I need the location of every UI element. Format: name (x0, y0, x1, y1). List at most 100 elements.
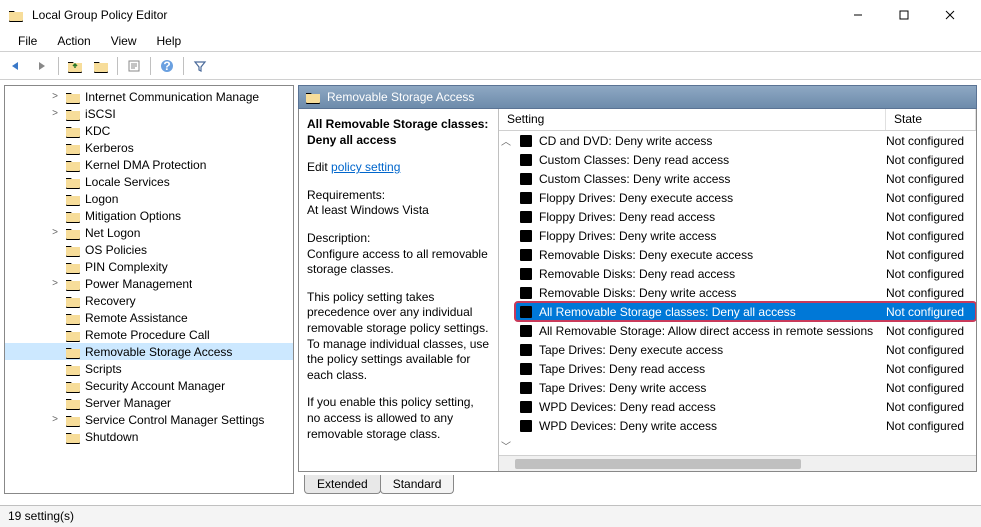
setting-label: All Removable Storage: Allow direct acce… (537, 324, 886, 338)
setting-row[interactable]: All Removable Storage: Allow direct acce… (515, 321, 976, 340)
right-header: Removable Storage Access (298, 85, 977, 109)
export-list-button[interactable] (122, 55, 146, 77)
horizontal-scrollbar[interactable] (499, 455, 976, 471)
tree-item-label: Net Logon (85, 226, 140, 240)
menu-help[interactable]: Help (147, 32, 192, 50)
status-bar: 19 setting(s) (0, 505, 981, 527)
setting-state: Not configured (886, 381, 976, 395)
tree-item[interactable]: > iSCSI (5, 105, 293, 122)
setting-state: Not configured (886, 153, 976, 167)
tree-item[interactable]: Logon (5, 190, 293, 207)
setting-row[interactable]: CD and DVD: Deny write accessNot configu… (515, 131, 976, 150)
tree-item[interactable]: Kerberos (5, 139, 293, 156)
setting-row[interactable]: Floppy Drives: Deny write accessNot conf… (515, 226, 976, 245)
minimize-button[interactable] (835, 0, 881, 30)
setting-row[interactable]: Custom Classes: Deny read accessNot conf… (515, 150, 976, 169)
setting-row[interactable]: Tape Drives: Deny write accessNot config… (515, 378, 976, 397)
detail-pane: All Removable Storage classes: Deny all … (299, 109, 499, 471)
setting-icon (519, 267, 533, 281)
setting-label: WPD Devices: Deny write access (537, 419, 886, 433)
tree-item[interactable]: Shutdown (5, 428, 293, 445)
setting-row[interactable]: WPD Devices: Deny write accessNot config… (515, 416, 976, 435)
tree-item[interactable]: Scripts (5, 360, 293, 377)
tree-item-label: Shutdown (85, 430, 138, 444)
setting-icon (519, 381, 533, 395)
tree-item[interactable]: > Internet Communication Manage (5, 88, 293, 105)
tree-item[interactable]: Server Manager (5, 394, 293, 411)
setting-row[interactable]: Custom Classes: Deny write accessNot con… (515, 169, 976, 188)
menu-file[interactable]: File (8, 32, 47, 50)
col-setting[interactable]: Setting (499, 109, 886, 130)
tree-item[interactable]: >Service Control Manager Settings (5, 411, 293, 428)
back-button[interactable] (4, 55, 28, 77)
tab-standard[interactable]: Standard (380, 475, 455, 494)
tree-item[interactable]: Recovery (5, 292, 293, 309)
setting-state: Not configured (886, 134, 976, 148)
tree-item[interactable]: Remote Procedure Call (5, 326, 293, 343)
maximize-button[interactable] (881, 0, 927, 30)
setting-state: Not configured (886, 400, 976, 414)
folder-icon (65, 379, 81, 393)
tree-item[interactable]: Removable Storage Access (5, 343, 293, 360)
expander-icon[interactable]: > (49, 414, 61, 425)
folder-icon (65, 277, 81, 291)
setting-row[interactable]: Removable Disks: Deny read accessNot con… (515, 264, 976, 283)
setting-row[interactable]: Removable Disks: Deny execute accessNot … (515, 245, 976, 264)
expander-icon[interactable]: > (49, 227, 61, 238)
tree-item[interactable]: > Net Logon (5, 224, 293, 241)
scroll-down-icon[interactable]: ﹀ (499, 438, 513, 453)
setting-icon (519, 305, 533, 319)
folder-icon (65, 294, 81, 308)
setting-icon (519, 172, 533, 186)
expander-icon[interactable]: > (49, 91, 61, 102)
folder-icon (65, 158, 81, 172)
tree-item[interactable]: KDC (5, 122, 293, 139)
show-hide-tree-button[interactable] (89, 55, 113, 77)
tree-item-label: Internet Communication Manage (85, 90, 259, 104)
tree-item-label: Removable Storage Access (85, 345, 232, 359)
expander-icon[interactable]: > (49, 278, 61, 289)
tree-item[interactable]: >Power Management (5, 275, 293, 292)
setting-icon (519, 362, 533, 376)
setting-label: Tape Drives: Deny execute access (537, 343, 886, 357)
help-button[interactable]: ? (155, 55, 179, 77)
forward-button[interactable] (30, 55, 54, 77)
tree-item[interactable]: Security Account Manager (5, 377, 293, 394)
tree-item-label: Kernel DMA Protection (85, 158, 206, 172)
folder-icon (65, 430, 81, 444)
tab-extended[interactable]: Extended (304, 475, 381, 494)
folder-icon (65, 311, 81, 325)
filter-button[interactable] (188, 55, 212, 77)
folder-icon (65, 413, 81, 427)
setting-state: Not configured (886, 172, 976, 186)
menu-action[interactable]: Action (47, 32, 100, 50)
tree-item[interactable]: Kernel DMA Protection (5, 156, 293, 173)
tree-item-label: OS Policies (85, 243, 147, 257)
setting-state: Not configured (886, 267, 976, 281)
folder-icon (65, 328, 81, 342)
tree-item[interactable]: Mitigation Options (5, 207, 293, 224)
setting-row[interactable]: Removable Disks: Deny write accessNot co… (515, 283, 976, 302)
tree[interactable]: >Internet Communication Manage>iSCSIKDCK… (5, 86, 293, 493)
setting-row[interactable]: All Removable Storage classes: Deny all … (515, 302, 976, 321)
tree-item[interactable]: Locale Services (5, 173, 293, 190)
setting-row[interactable]: Tape Drives: Deny read accessNot configu… (515, 359, 976, 378)
setting-row[interactable]: Tape Drives: Deny execute accessNot conf… (515, 340, 976, 359)
up-button[interactable] (63, 55, 87, 77)
tree-item[interactable]: OS Policies (5, 241, 293, 258)
menu-view[interactable]: View (101, 32, 147, 50)
setting-row[interactable]: Floppy Drives: Deny read accessNot confi… (515, 207, 976, 226)
tree-item[interactable]: Remote Assistance (5, 309, 293, 326)
close-button[interactable] (927, 0, 973, 30)
setting-icon (519, 343, 533, 357)
scroll-up-icon[interactable]: ︿ (499, 133, 513, 148)
expander-icon[interactable]: > (49, 108, 61, 119)
list-header: Setting State (499, 109, 976, 131)
tree-item[interactable]: PIN Complexity (5, 258, 293, 275)
setting-row[interactable]: WPD Devices: Deny read accessNot configu… (515, 397, 976, 416)
policy-setting-link[interactable]: policy setting (331, 160, 400, 174)
folder-icon (305, 90, 321, 104)
tree-item-label: iSCSI (85, 107, 116, 121)
setting-row[interactable]: Floppy Drives: Deny execute accessNot co… (515, 188, 976, 207)
col-state[interactable]: State (886, 109, 976, 130)
